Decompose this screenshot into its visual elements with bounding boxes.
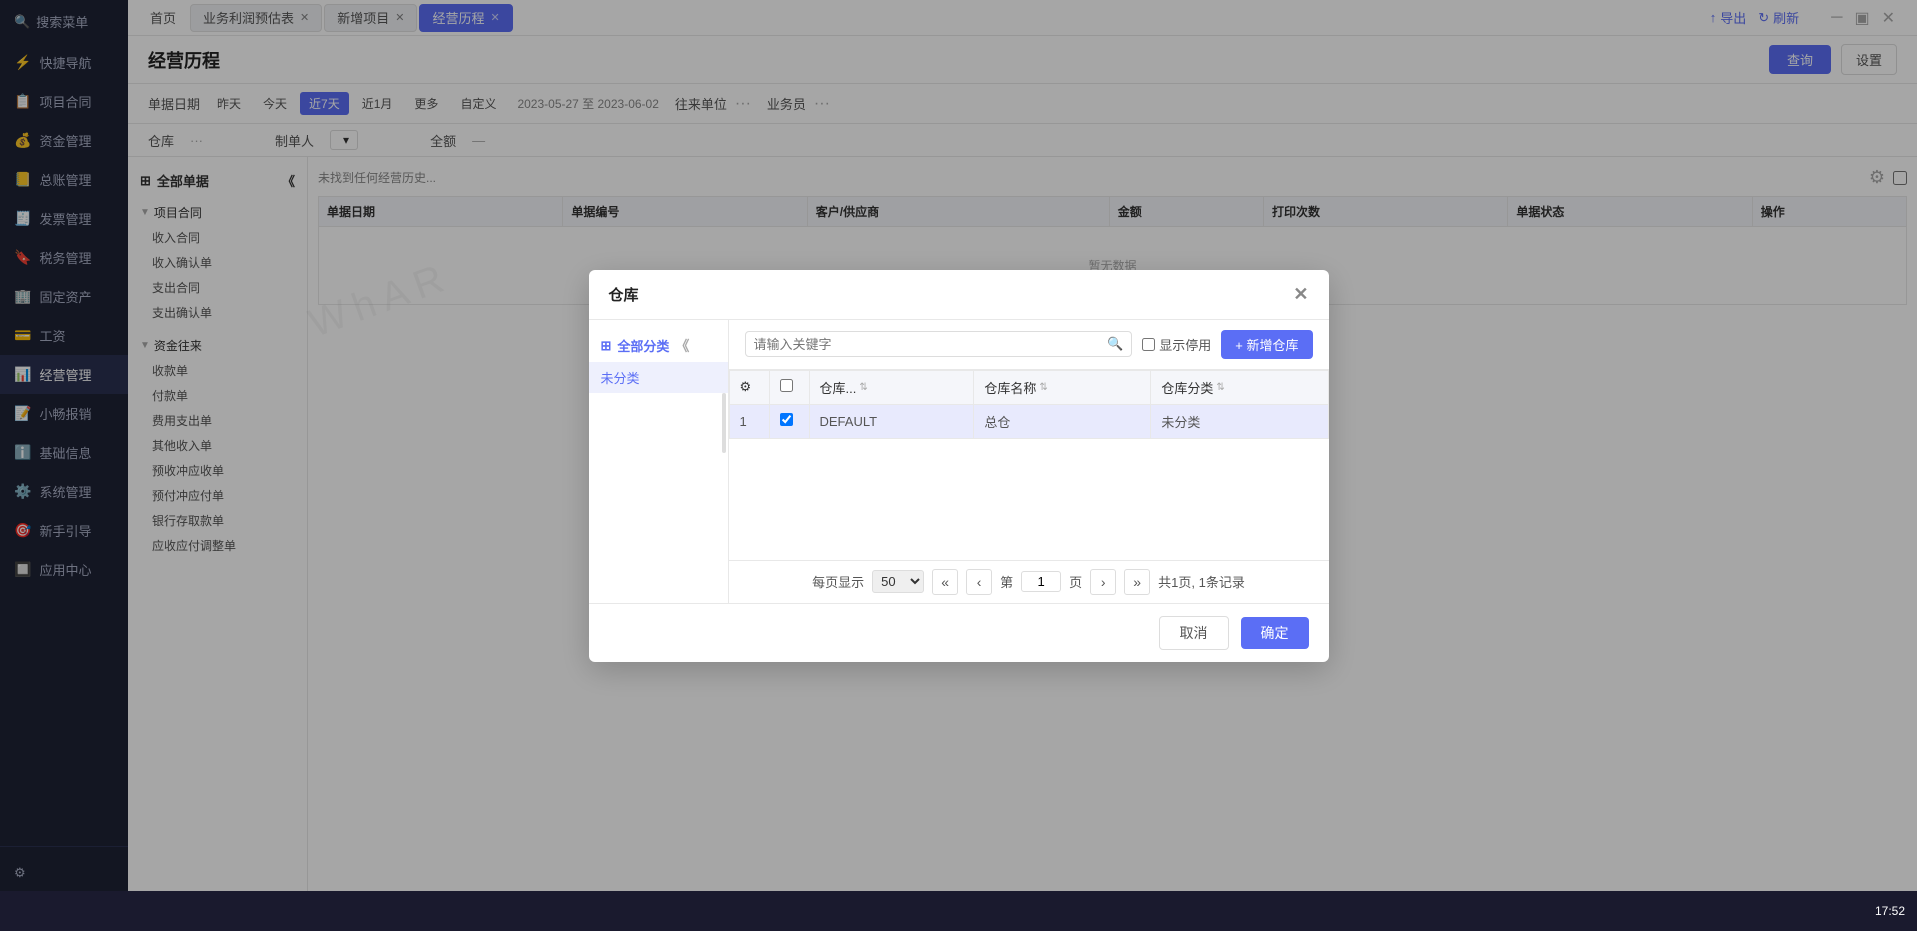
col-category-label: 仓库分类 [1161, 378, 1213, 397]
col-code-label: 仓库... [820, 378, 857, 397]
row-name: 总仓 [974, 404, 1151, 438]
modal-table: ⚙ 仓库... ⇅ [729, 370, 1329, 439]
taskbar-time: 17:52 [1875, 904, 1905, 918]
page-prefix: 第 [1000, 572, 1013, 591]
table-row[interactable]: 1 DEFAULT 总仓 未分类 [729, 404, 1328, 438]
modal-main: 🔍 显示停用 + 新增仓库 ⚙ [729, 320, 1329, 603]
th-warehouse-category: 仓库分类 ⇅ [1151, 370, 1328, 404]
sort-icon-code[interactable]: ⇅ [859, 382, 867, 393]
per-page-label2: 每页显示 [812, 572, 864, 591]
modal-search-input[interactable] [754, 337, 1102, 352]
col-settings-icon[interactable]: ⚙ [740, 379, 752, 394]
modal-sidebar-header[interactable]: ⊞ 全部分类 《 [589, 330, 728, 362]
col-name-label: 仓库名称 [984, 378, 1036, 397]
th-warehouse-name: 仓库名称 ⇅ [974, 370, 1151, 404]
sort-icon-name[interactable]: ⇅ [1039, 382, 1047, 393]
sidebar-scrollbar [722, 393, 726, 453]
modal-search-wrapper: 🔍 [745, 331, 1133, 357]
modal-select-all[interactable] [780, 379, 793, 392]
modal-sidebar-uncategorized[interactable]: 未分类 [589, 362, 728, 393]
page-number-input[interactable] [1021, 571, 1061, 592]
modal-pagination: 每页显示 50 100 « ‹ 第 页 › » 共1页, 1条记录 [729, 560, 1329, 603]
row-category: 未分类 [1151, 404, 1328, 438]
modal-title: 仓库 [609, 284, 639, 305]
confirm-button[interactable]: 确定 [1241, 617, 1309, 649]
modal-total-info: 共1页, 1条记录 [1158, 572, 1245, 591]
prev-page-btn2[interactable]: ‹ [966, 569, 992, 595]
show-disabled-label[interactable]: 显示停用 [1142, 335, 1211, 354]
modal-per-page-select[interactable]: 50 100 [872, 570, 924, 593]
taskbar: 17:52 [0, 891, 1917, 931]
modal-header: 仓库 ✕ [589, 270, 1329, 320]
modal-toolbar: 🔍 显示停用 + 新增仓库 [729, 320, 1329, 370]
cancel-button[interactable]: 取消 [1159, 616, 1229, 650]
modal-search-icon[interactable]: 🔍 [1107, 336, 1123, 352]
sort-icon-category[interactable]: ⇅ [1216, 382, 1224, 393]
show-disabled-checkbox[interactable] [1142, 338, 1155, 351]
modal-sidebar-collapse-btn[interactable]: 《 [675, 336, 689, 356]
modal-overlay[interactable]: 仓库 ✕ ⊞ 全部分类 《 未分类 [0, 0, 1917, 931]
modal-table-header: ⚙ 仓库... ⇅ [729, 370, 1328, 404]
show-disabled-text: 显示停用 [1159, 335, 1211, 354]
modal-sidebar: ⊞ 全部分类 《 未分类 [589, 320, 729, 603]
warehouse-modal: 仓库 ✕ ⊞ 全部分类 《 未分类 [589, 270, 1329, 662]
last-page-btn[interactable]: » [1124, 569, 1150, 595]
uncategorized-label: 未分类 [601, 371, 640, 386]
row-checkbox[interactable] [769, 404, 809, 438]
modal-body: ⊞ 全部分类 《 未分类 🔍 [589, 320, 1329, 603]
first-page-btn[interactable]: « [932, 569, 958, 595]
row-code: DEFAULT [809, 404, 974, 438]
modal-close-btn[interactable]: ✕ [1293, 284, 1308, 305]
all-category-label: 全部分类 [617, 336, 669, 355]
th-checkbox [769, 370, 809, 404]
add-warehouse-btn[interactable]: + 新增仓库 [1221, 330, 1312, 359]
grid-icon2: ⊞ [601, 338, 612, 354]
modal-table-body: 1 DEFAULT 总仓 未分类 [729, 404, 1328, 438]
modal-table-area: ⚙ 仓库... ⇅ [729, 370, 1329, 560]
modal-action-footer: 取消 确定 [589, 603, 1329, 662]
th-settings: ⚙ [729, 370, 769, 404]
next-page-btn2[interactable]: › [1090, 569, 1116, 595]
page-suffix: 页 [1069, 572, 1082, 591]
row-num: 1 [729, 404, 769, 438]
th-warehouse-code: 仓库... ⇅ [809, 370, 974, 404]
